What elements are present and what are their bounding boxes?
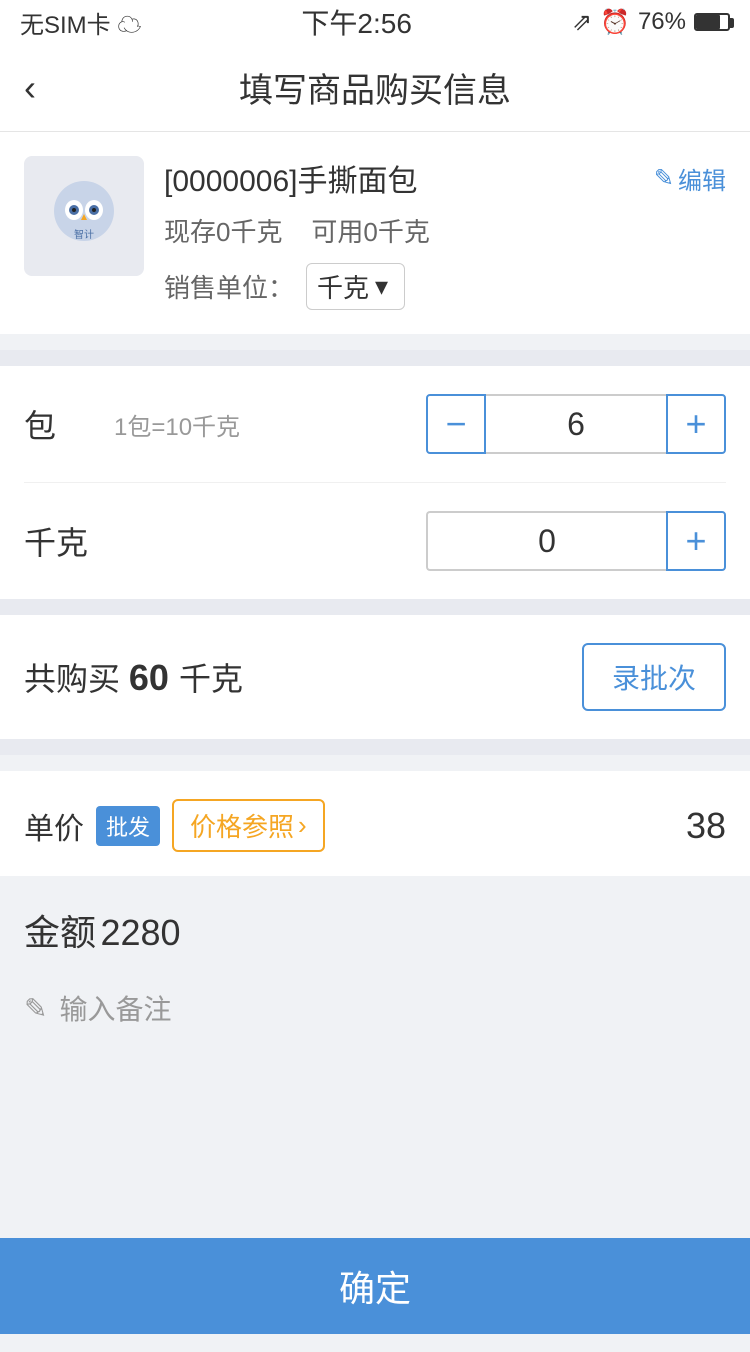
price-label: 单价: [24, 804, 84, 848]
remark-icon: ✎: [24, 992, 47, 1025]
amount-label: 金额: [24, 912, 96, 953]
edit-icon: ✎: [654, 164, 674, 193]
price-left: 单价 批发 价格参照 ›: [24, 799, 325, 852]
unit-dropdown-icon: ▾: [375, 271, 388, 302]
unit-label: 销售单位：: [164, 268, 294, 305]
edit-button[interactable]: ✎ 编辑: [654, 161, 726, 196]
divider-2: [0, 599, 750, 615]
qianke-controls: +: [426, 511, 726, 571]
total-value: 60: [129, 657, 179, 698]
batch-tag: 批发: [96, 806, 160, 846]
bao-label: 包: [24, 401, 104, 447]
qianke-plus-button[interactable]: +: [666, 511, 726, 571]
product-unit-row: 销售单位： 千克 ▾: [164, 263, 726, 310]
svg-text:智计: 智计: [74, 228, 94, 241]
product-info: [0000006]手撕面包 ✎ 编辑 现存0千克 可用0千克 销售单位： 千克 …: [164, 156, 726, 310]
bao-input[interactable]: [486, 394, 666, 454]
product-stock: 现存0千克 可用0千克: [164, 212, 726, 249]
amount-section: 金额 2280 ✎ 输入备注: [0, 876, 750, 1052]
total-prefix: 共购买: [24, 661, 120, 697]
battery-icon: [694, 13, 730, 31]
status-left: 无SIM卡 ☁: [20, 5, 141, 40]
back-button[interactable]: ‹: [24, 67, 36, 109]
total-section: 共购买 60 千克 录批次: [0, 615, 750, 739]
price-ref-arrow: ›: [298, 810, 307, 841]
price-value: 38: [686, 805, 726, 847]
remark-row[interactable]: ✎ 输入备注: [24, 972, 726, 1052]
product-section: 智计 [0000006]手撕面包 ✎ 编辑 现存0千克 可用0千克 销售单位： …: [0, 132, 750, 334]
price-ref-label: 价格参照: [190, 807, 294, 844]
qianke-label: 千克: [24, 518, 104, 564]
status-right: ⇗ ⏰ 76%: [572, 8, 730, 37]
confirm-bar[interactable]: 确定: [0, 1238, 750, 1334]
total-text: 共购买 60 千克: [24, 654, 243, 700]
amount-value: 2280: [100, 912, 180, 953]
qianke-input[interactable]: [426, 511, 666, 571]
page-title: 填写商品购买信息: [239, 63, 511, 112]
bao-input-row: 包 1包=10千克 − +: [24, 366, 726, 483]
divider-1: [0, 350, 750, 366]
unit-select[interactable]: 千克 ▾: [306, 263, 405, 310]
status-bar: 无SIM卡 ☁ 下午2:56 ⇗ ⏰ 76%: [0, 0, 750, 44]
product-logo: 智计: [49, 176, 119, 256]
input-section: 包 1包=10千克 − + 千克 +: [0, 366, 750, 599]
battery-text: 76%: [638, 8, 686, 36]
divider-3: [0, 739, 750, 755]
qianke-input-row: 千克 +: [24, 483, 726, 599]
bao-minus-button[interactable]: −: [426, 394, 486, 454]
bao-sub-label: 1包=10千克: [114, 407, 240, 442]
nav-bar: ‹ 填写商品购买信息: [0, 44, 750, 132]
remark-text: 输入备注: [59, 988, 171, 1028]
price-section: 单价 批发 价格参照 › 38: [0, 771, 750, 876]
batch-button[interactable]: 录批次: [582, 643, 726, 711]
edit-label: 编辑: [678, 161, 726, 196]
alarm-icon: ⏰: [600, 8, 630, 37]
product-name: [0000006]手撕面包: [164, 156, 417, 200]
status-time: 下午2:56: [301, 2, 412, 42]
price-ref-button[interactable]: 价格参照 ›: [172, 799, 325, 852]
location-icon: ⇗: [572, 8, 592, 37]
no-sim-text: 无SIM卡 ☁: [20, 5, 141, 40]
stock-text: 现存0千克: [164, 217, 282, 247]
unit-value: 千克: [317, 268, 369, 305]
amount-row: 金额 2280: [24, 904, 726, 972]
confirm-button[interactable]: 确定: [339, 1260, 411, 1312]
total-unit: 千克: [179, 661, 243, 697]
product-image: 智计: [24, 156, 144, 276]
bao-plus-button[interactable]: +: [666, 394, 726, 454]
bao-controls: − +: [426, 394, 726, 454]
available-text: 可用0千克: [311, 217, 429, 247]
